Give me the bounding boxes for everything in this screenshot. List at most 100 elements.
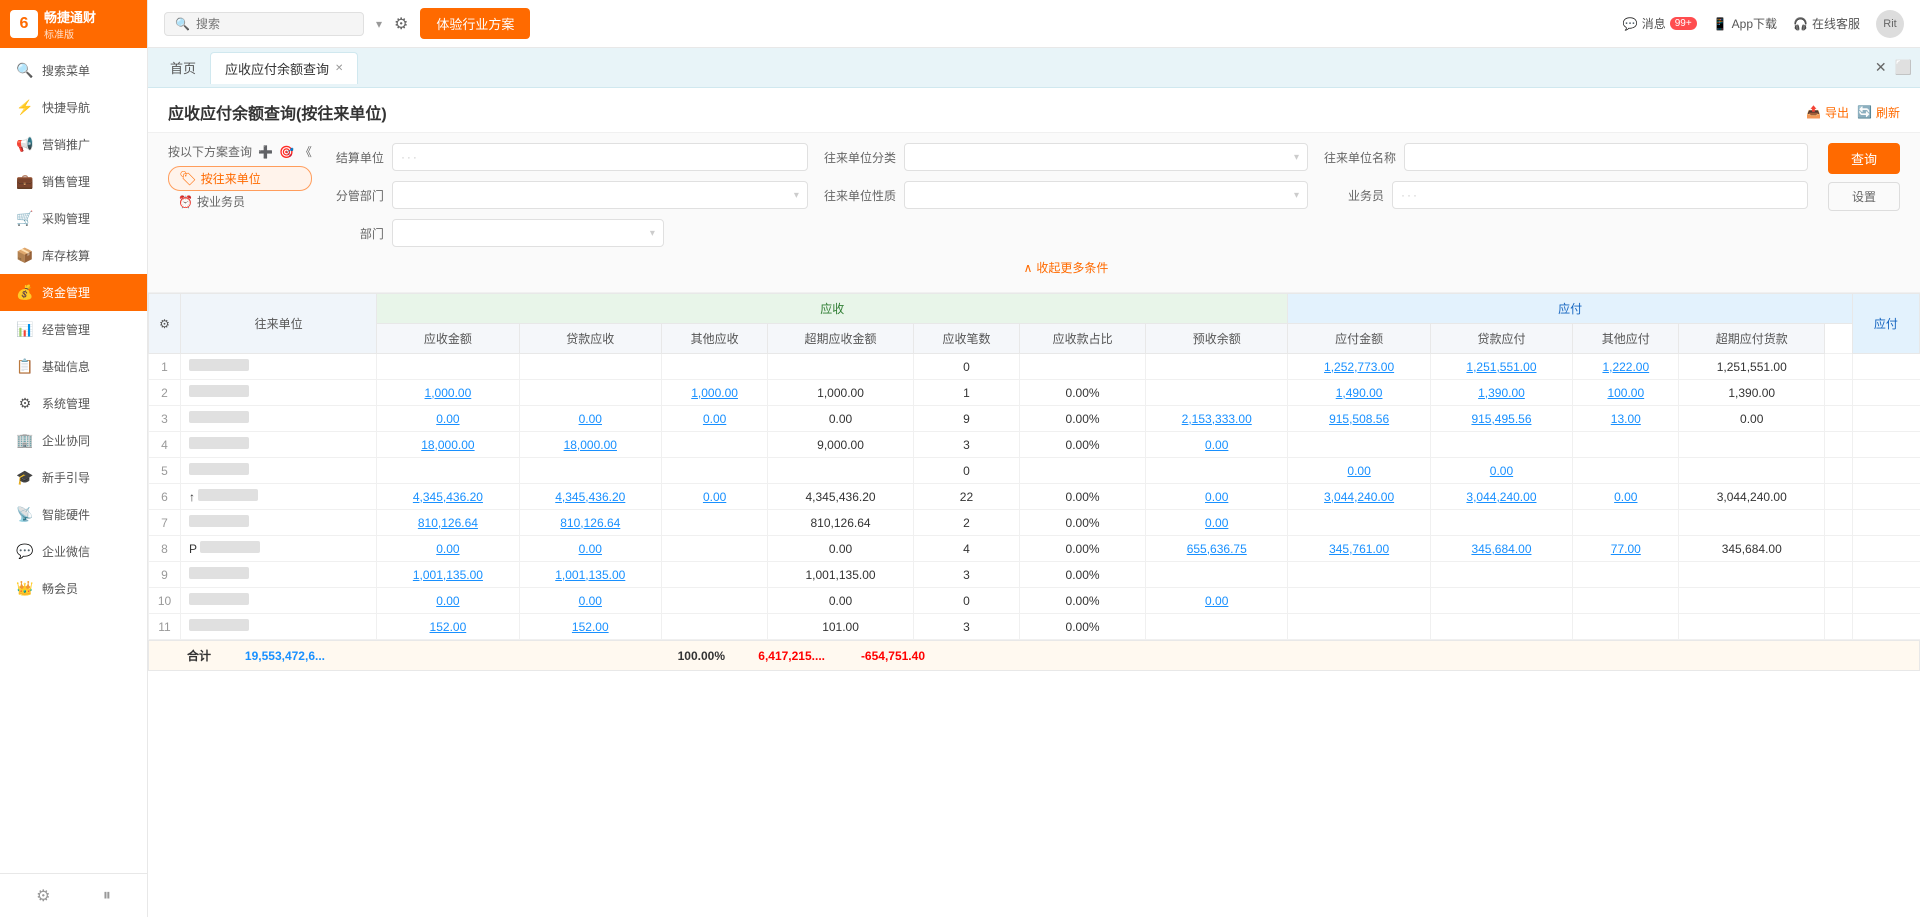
cell-ap-other[interactable] xyxy=(1573,588,1679,614)
cell-ap-loan[interactable] xyxy=(1430,562,1572,588)
sidebar-item-12[interactable]: 📡智能硬件 xyxy=(0,496,147,533)
cell-ap-loan[interactable]: 915,495.56 xyxy=(1430,406,1572,432)
cell-ar-loan[interactable]: 0.00 xyxy=(519,536,661,562)
cell-ap-loan[interactable]: 3,044,240.00 xyxy=(1430,484,1572,510)
sidebar-item-5[interactable]: 📦库存核算 xyxy=(0,237,147,274)
cell-ap-loan[interactable]: 0.00 xyxy=(1430,458,1572,484)
cell-ap-amount[interactable] xyxy=(1288,588,1430,614)
cell-ap-loan[interactable] xyxy=(1430,510,1572,536)
collapse-row[interactable]: ∧ 收起更多条件 xyxy=(324,253,1808,282)
sidebar-item-1[interactable]: ⚡快捷导航 xyxy=(0,89,147,126)
cell-advance[interactable]: 0.00 xyxy=(1146,510,1288,536)
cell-ar-amount[interactable] xyxy=(377,458,519,484)
cell-ap-loan[interactable]: 1,251,551.00 xyxy=(1430,354,1572,380)
sidebar-item-8[interactable]: 📋基础信息 xyxy=(0,348,147,385)
cell-ar-other[interactable]: 1,000.00 xyxy=(661,380,767,406)
app-download-item[interactable]: 📱 App下载 xyxy=(1713,15,1777,32)
cell-ap-amount[interactable] xyxy=(1288,432,1430,458)
filter-add-icon[interactable]: ➕ xyxy=(258,145,273,159)
tab-close-icon[interactable]: ✕ xyxy=(335,63,343,74)
cell-advance[interactable] xyxy=(1146,562,1288,588)
cell-ap-other[interactable] xyxy=(1573,510,1679,536)
cell-ar-loan[interactable]: 0.00 xyxy=(519,406,661,432)
refresh-button[interactable]: 🔄 刷新 xyxy=(1857,104,1900,121)
message-item[interactable]: 💬 消息 99+ xyxy=(1623,15,1697,32)
cell-advance[interactable]: 0.00 xyxy=(1146,588,1288,614)
cell-ar-other[interactable] xyxy=(661,614,767,640)
cell-ar-amount[interactable]: 810,126.64 xyxy=(377,510,519,536)
cell-ap-other[interactable] xyxy=(1573,562,1679,588)
cell-ar-loan[interactable]: 152.00 xyxy=(519,614,661,640)
solution-button[interactable]: 体验行业方案 xyxy=(420,8,530,39)
tab-close-all-button[interactable]: ✕ xyxy=(1875,59,1887,76)
cell-ap-other[interactable]: 0.00 xyxy=(1573,484,1679,510)
cell-ap-other[interactable] xyxy=(1573,458,1679,484)
cell-ap-loan[interactable] xyxy=(1430,588,1572,614)
cell-ar-loan[interactable] xyxy=(519,380,661,406)
cell-ar-other[interactable] xyxy=(661,354,767,380)
cell-ap-amount[interactable]: 1,490.00 xyxy=(1288,380,1430,406)
cell-advance[interactable] xyxy=(1146,458,1288,484)
cell-ar-amount[interactable]: 0.00 xyxy=(377,536,519,562)
cell-ar-loan[interactable]: 18,000.00 xyxy=(519,432,661,458)
cell-ap-other[interactable]: 13.00 xyxy=(1573,406,1679,432)
cell-advance[interactable] xyxy=(1146,354,1288,380)
cell-ar-loan[interactable] xyxy=(519,354,661,380)
cell-ar-amount[interactable]: 1,000.00 xyxy=(377,380,519,406)
topbar-gear-icon[interactable]: ⚙ xyxy=(394,14,408,34)
sidebar-item-6[interactable]: 💰资金管理 xyxy=(0,274,147,311)
sidebar-item-10[interactable]: 🏢企业协同 xyxy=(0,422,147,459)
collapse-icon[interactable]: ⏸ xyxy=(103,887,111,905)
cell-ar-loan[interactable] xyxy=(519,458,661,484)
cell-ar-other[interactable] xyxy=(661,458,767,484)
cell-ap-amount[interactable]: 0.00 xyxy=(1288,458,1430,484)
user-avatar[interactable]: Rit xyxy=(1876,10,1904,38)
sidebar-item-11[interactable]: 🎓新手引导 xyxy=(0,459,147,496)
online-service-item[interactable]: 🎧 在线客服 xyxy=(1793,15,1860,32)
sidebar-item-14[interactable]: 👑畅会员 xyxy=(0,570,147,607)
topbar-chevron-icon[interactable]: ▾ xyxy=(376,17,382,31)
cell-advance[interactable]: 0.00 xyxy=(1146,432,1288,458)
cell-ar-other[interactable] xyxy=(661,432,767,458)
cell-ar-other[interactable]: 0.00 xyxy=(661,406,767,432)
th-settings[interactable]: ⚙ xyxy=(149,294,181,354)
filter-plan-staff[interactable]: ⏰ 按业务员 xyxy=(168,191,312,212)
cell-ap-other[interactable] xyxy=(1573,614,1679,640)
cell-advance[interactable] xyxy=(1146,380,1288,406)
cell-ar-loan[interactable]: 0.00 xyxy=(519,588,661,614)
cell-ap-other[interactable]: 100.00 xyxy=(1573,380,1679,406)
cell-ar-amount[interactable]: 1,001,135.00 xyxy=(377,562,519,588)
search-input[interactable] xyxy=(196,17,336,31)
filter-target-icon[interactable]: 🎯 xyxy=(279,145,294,159)
filter-input-settlement[interactable]: ··· xyxy=(392,143,808,171)
cell-ap-amount[interactable] xyxy=(1288,562,1430,588)
sidebar-item-9[interactable]: ⚙系统管理 xyxy=(0,385,147,422)
sidebar-item-0[interactable]: 🔍搜索菜单 xyxy=(0,52,147,89)
cell-ap-loan[interactable]: 345,684.00 xyxy=(1430,536,1572,562)
cell-ar-amount[interactable]: 152.00 xyxy=(377,614,519,640)
cell-ap-amount[interactable]: 3,044,240.00 xyxy=(1288,484,1430,510)
filter-plan-partner[interactable]: 🏷 按往来单位 xyxy=(168,166,312,191)
cell-ap-amount[interactable] xyxy=(1288,510,1430,536)
tab-ar-query[interactable]: 应收应付余额查询 ✕ xyxy=(210,52,358,84)
cell-ap-other[interactable]: 1,222.00 xyxy=(1573,354,1679,380)
cell-ar-other[interactable] xyxy=(661,588,767,614)
cell-ar-amount[interactable] xyxy=(377,354,519,380)
filter-input-partner-name[interactable] xyxy=(1404,143,1808,171)
filter-input-partner-type[interactable]: ▾ xyxy=(904,181,1308,209)
cell-ar-other[interactable] xyxy=(661,562,767,588)
sidebar-item-3[interactable]: 💼销售管理 xyxy=(0,163,147,200)
cell-ar-amount[interactable]: 0.00 xyxy=(377,588,519,614)
cell-ar-amount[interactable]: 18,000.00 xyxy=(377,432,519,458)
settings-button[interactable]: 设置 xyxy=(1828,182,1900,211)
cell-ap-loan[interactable]: 1,390.00 xyxy=(1430,380,1572,406)
sidebar-item-4[interactable]: 🛒采购管理 xyxy=(0,200,147,237)
cell-ar-loan[interactable]: 1,001,135.00 xyxy=(519,562,661,588)
filter-input-dept[interactable]: ▾ xyxy=(392,181,808,209)
cell-ap-amount[interactable] xyxy=(1288,614,1430,640)
cell-advance[interactable]: 2,153,333.00 xyxy=(1146,406,1288,432)
tab-home[interactable]: 首页 xyxy=(156,52,210,84)
cell-ar-other[interactable]: 0.00 xyxy=(661,484,767,510)
export-button[interactable]: 📤 导出 xyxy=(1806,104,1849,121)
cell-ap-loan[interactable] xyxy=(1430,432,1572,458)
